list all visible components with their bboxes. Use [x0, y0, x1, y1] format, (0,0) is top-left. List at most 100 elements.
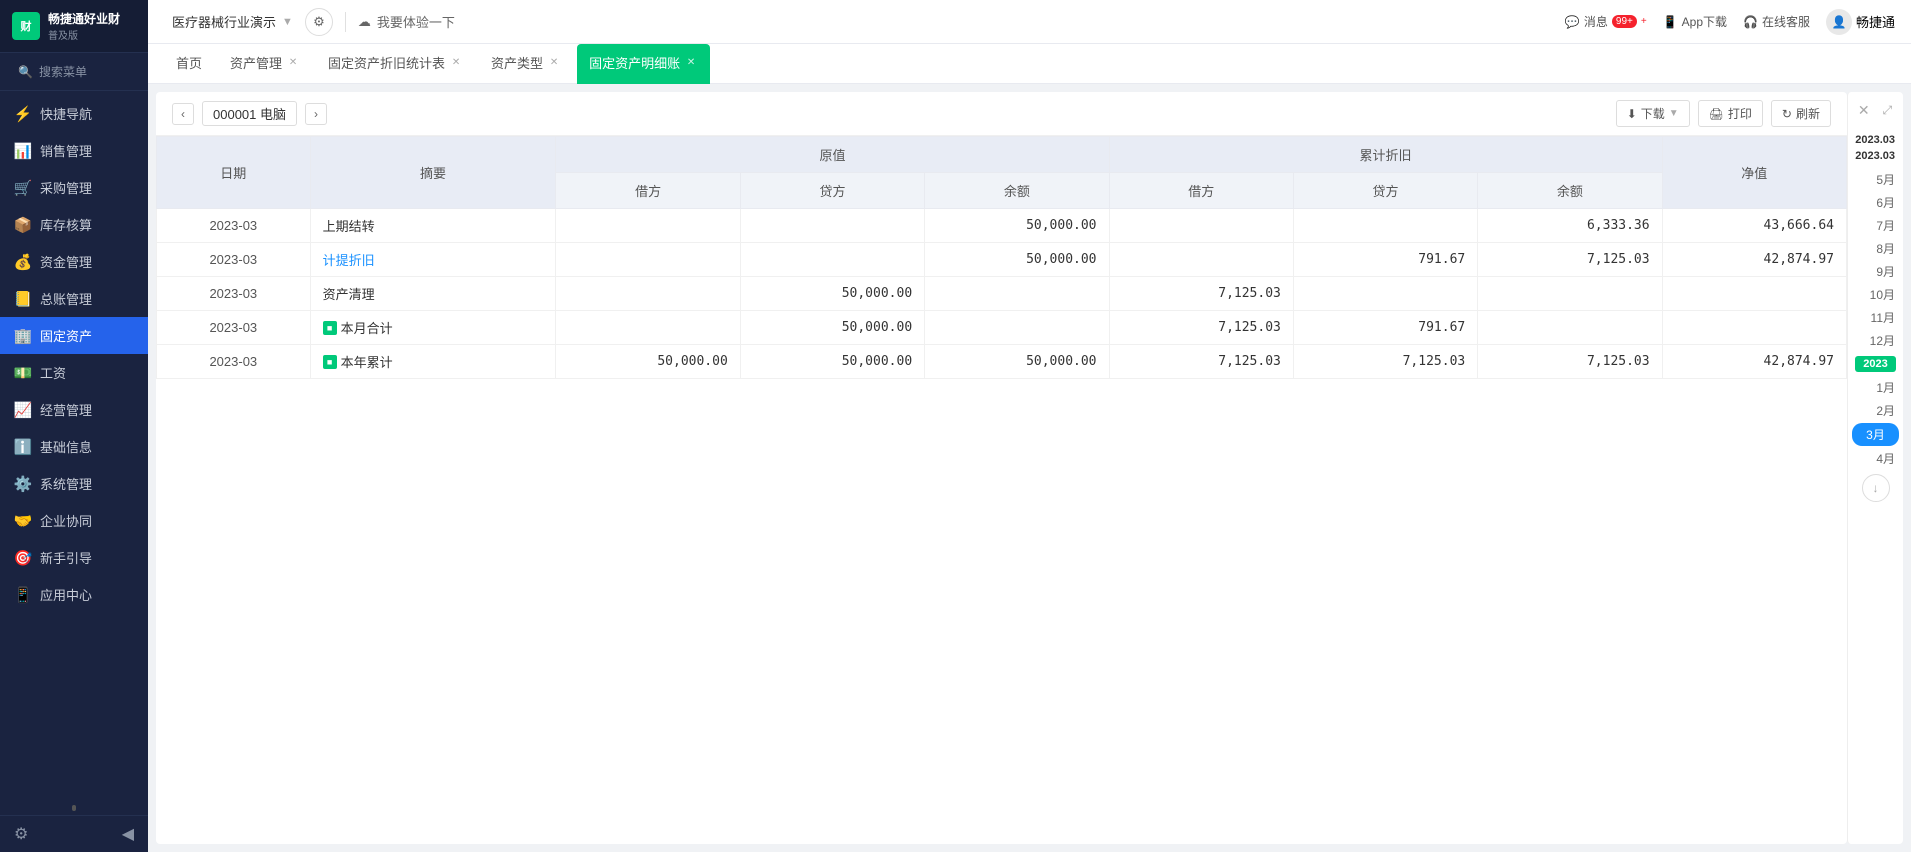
- user-menu[interactable]: 👤 畅捷通: [1826, 9, 1895, 35]
- th-orig-balance: 余额: [925, 173, 1109, 209]
- prev-asset-button[interactable]: ‹: [172, 103, 194, 125]
- sidebar-nav: ⚡ 快捷导航 📊 销售管理 🛒 采购管理 📦 库存核算 💰 资金管理 📒 总账管…: [0, 91, 148, 801]
- sidebar-item-ledger-label: 总账管理: [40, 289, 92, 308]
- timeline-month-8[interactable]: 8月: [1848, 237, 1903, 260]
- cell-orig-debit: 50,000.00: [556, 345, 740, 379]
- timeline-month-11[interactable]: 11月: [1848, 306, 1903, 329]
- sidebar-item-capital-label: 资金管理: [40, 252, 92, 271]
- sidebar-item-sales[interactable]: 📊 销售管理: [0, 132, 148, 169]
- download-button[interactable]: 📱 App下载: [1663, 13, 1727, 30]
- refresh-icon: ↻: [1782, 107, 1792, 121]
- timeline-month-7[interactable]: 7月: [1848, 214, 1903, 237]
- timeline-month-1[interactable]: 1月: [1848, 376, 1903, 399]
- sidebar-item-quicknav-label: 快捷导航: [40, 104, 92, 123]
- collapse-sidebar-icon[interactable]: ◀: [122, 824, 134, 844]
- next-asset-button[interactable]: ›: [305, 103, 327, 125]
- timeline-month-6[interactable]: 6月: [1848, 191, 1903, 214]
- refresh-button[interactable]: ↻ 刷新: [1771, 100, 1831, 127]
- avatar: 👤: [1826, 9, 1852, 35]
- badge-plus: +: [1641, 16, 1647, 27]
- timeline-header-2: 2023.03: [1848, 150, 1903, 162]
- cooperation-icon: 🤝: [14, 512, 32, 530]
- tab-home[interactable]: 首页: [164, 44, 214, 84]
- cell-accum-debit: [1109, 209, 1293, 243]
- timeline-month-12[interactable]: 12月: [1848, 329, 1903, 352]
- sidebar-item-purchase[interactable]: 🛒 采购管理: [0, 169, 148, 206]
- sidebar-item-appcenter-label: 应用中心: [40, 585, 92, 604]
- yearly-total-badge: ■ 本年累计: [323, 352, 393, 371]
- tab-depreciation-stats-close[interactable]: ✕: [449, 56, 463, 70]
- cell-orig-debit: [556, 311, 740, 345]
- sidebar-item-system[interactable]: ⚙️ 系统管理: [0, 465, 148, 502]
- cell-accum-debit: [1109, 243, 1293, 277]
- download-dropdown-icon: ▼: [1669, 108, 1679, 119]
- timeline-close-button[interactable]: ✕: [1852, 96, 1876, 124]
- summary-link[interactable]: 计提折旧: [323, 253, 375, 268]
- timeline-month-3-active[interactable]: 3月: [1852, 423, 1899, 446]
- tab-asset-management-close[interactable]: ✕: [286, 56, 300, 70]
- timeline-down-arrow[interactable]: ↓: [1862, 474, 1890, 502]
- cell-net-value: 42,874.97: [1662, 243, 1846, 277]
- sidebar-item-ledger[interactable]: 📒 总账管理: [0, 280, 148, 317]
- cell-orig-balance: 50,000.00: [925, 209, 1109, 243]
- basicinfo-icon: ℹ️: [14, 438, 32, 456]
- app-name: 畅捷通好业财: [48, 10, 120, 27]
- tab-asset-detail[interactable]: 固定资产明细账 ✕: [577, 44, 710, 84]
- fixedassets-icon: 🏢: [14, 327, 32, 345]
- tab-home-label: 首页: [176, 53, 202, 72]
- company-settings-button[interactable]: ⚙: [305, 8, 333, 36]
- sidebar-item-guide-label: 新手引导: [40, 548, 92, 567]
- message-badge: 99+: [1612, 15, 1637, 28]
- timeline-month-5[interactable]: 5月: [1848, 168, 1903, 191]
- timeline-month-10[interactable]: 10月: [1848, 283, 1903, 306]
- th-accumulated-depreciation: 累计折旧: [1109, 137, 1662, 173]
- company-name: 医疗器械行业演示: [172, 12, 276, 31]
- sidebar-item-inventory[interactable]: 📦 库存核算: [0, 206, 148, 243]
- feedback-button[interactable]: ☁ 我要体验一下: [358, 12, 455, 31]
- cell-accum-credit: 791.67: [1293, 243, 1477, 277]
- content-area: ‹ 000001 电脑 › ⬇ 下载 ▼ 🖨 打印: [148, 84, 1911, 852]
- download-toolbar-label: 下载: [1641, 105, 1665, 122]
- timeline-month-9[interactable]: 9月: [1848, 260, 1903, 283]
- th-accum-balance: 余额: [1478, 173, 1662, 209]
- service-button[interactable]: 🎧 在线客服: [1743, 13, 1810, 30]
- sidebar-item-cooperation-label: 企业协同: [40, 511, 92, 530]
- cell-orig-credit: 50,000.00: [740, 311, 924, 345]
- feedback-icon: ☁: [358, 14, 371, 30]
- sidebar-item-operations[interactable]: 📈 经营管理: [0, 391, 148, 428]
- cell-summary: 资产清理: [310, 277, 556, 311]
- th-date: 日期: [157, 137, 311, 209]
- tab-asset-detail-close[interactable]: ✕: [684, 56, 698, 70]
- sidebar-item-guide[interactable]: 🎯 新手引导: [0, 539, 148, 576]
- operations-icon: 📈: [14, 401, 32, 419]
- th-orig-credit: 贷方: [740, 173, 924, 209]
- main-area: 医疗器械行业演示 ▼ ⚙ ☁ 我要体验一下 💬 消息 99+ + 📱 App下载…: [148, 0, 1911, 852]
- purchase-icon: 🛒: [14, 179, 32, 197]
- tab-asset-type-close[interactable]: ✕: [547, 56, 561, 70]
- download-toolbar-button[interactable]: ⬇ 下载 ▼: [1616, 100, 1690, 127]
- table-container: 日期 摘要 原值 累计折旧 净值 借方 贷方 余额 借方 贷方 余额: [156, 136, 1847, 844]
- settings-icon[interactable]: ⚙: [14, 824, 28, 844]
- sidebar-item-quicknav[interactable]: ⚡ 快捷导航: [0, 95, 148, 132]
- cell-accum-debit: 7,125.03: [1109, 311, 1293, 345]
- message-button[interactable]: 💬 消息 99+ +: [1565, 13, 1647, 30]
- timeline-expand-button[interactable]: ⤢: [1876, 96, 1900, 124]
- company-selector[interactable]: 医疗器械行业演示 ▼: [164, 8, 301, 35]
- tab-depreciation-stats[interactable]: 固定资产折旧统计表 ✕: [316, 44, 475, 84]
- sidebar-item-fixedassets[interactable]: 🏢 固定资产: [0, 317, 148, 354]
- search-menu-button[interactable]: 🔍 搜索菜单: [10, 59, 138, 84]
- timeline-month-2[interactable]: 2月: [1848, 399, 1903, 422]
- sidebar-item-salary[interactable]: 💵 工资: [0, 354, 148, 391]
- tab-asset-management[interactable]: 资产管理 ✕: [218, 44, 312, 84]
- timeline-month-4[interactable]: 4月: [1848, 447, 1903, 470]
- tab-depreciation-stats-label: 固定资产折旧统计表: [328, 53, 445, 72]
- salary-icon: 💵: [14, 364, 32, 382]
- service-icon: 🎧: [1743, 15, 1758, 29]
- print-button[interactable]: 🖨 打印: [1698, 100, 1763, 127]
- sidebar-item-appcenter[interactable]: 📱 应用中心: [0, 576, 148, 613]
- sidebar-item-capital[interactable]: 💰 资金管理: [0, 243, 148, 280]
- sidebar-item-cooperation[interactable]: 🤝 企业协同: [0, 502, 148, 539]
- tab-asset-type[interactable]: 资产类型 ✕: [479, 44, 573, 84]
- sidebar-item-basicinfo[interactable]: ℹ️ 基础信息: [0, 428, 148, 465]
- topbar-right: 💬 消息 99+ + 📱 App下载 🎧 在线客服 👤 畅捷通: [1565, 9, 1895, 35]
